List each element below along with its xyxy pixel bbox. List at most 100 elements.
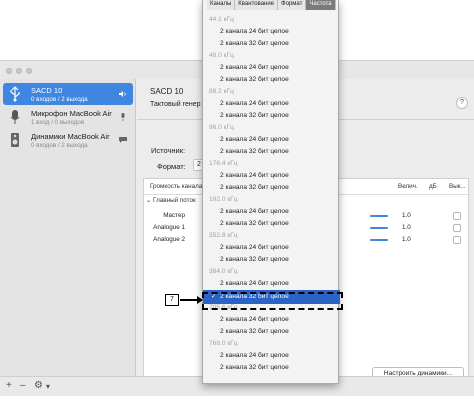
volume-slider[interactable] (370, 239, 388, 241)
tab-quantization[interactable]: Квантование (235, 0, 279, 10)
menu-item-label: 2 канала 24 бит целое (220, 208, 289, 215)
menu-item[interactable]: 2 канала 24 бит целое (203, 242, 340, 254)
zoom-window-button[interactable] (26, 68, 32, 74)
column-header-value[interactable]: Велич. (398, 183, 418, 190)
menu-item-label: 2 канала 32 бит целое (220, 40, 289, 47)
usb-icon (10, 86, 20, 102)
chevron-down-icon[interactable]: ▾ (46, 382, 50, 391)
column-header-volume[interactable]: Громкость канала (150, 183, 202, 190)
menu-item-label: 48.0 кГц (209, 52, 234, 59)
menu-item-label: 2 канала 32 бит целое (220, 220, 289, 227)
channel-name: Мастер (163, 212, 185, 219)
tab-rate[interactable]: Частота (306, 0, 336, 10)
menu-item[interactable]: 2 канала 32 бит целое (203, 110, 340, 122)
device-io-count: 1 вход / 0 выходов (31, 119, 85, 126)
close-window-button[interactable] (6, 68, 12, 74)
menu-item-label: 2 канала 24 бит целое (220, 352, 289, 359)
menu-item-label: 2 канала 32 бит целое (220, 148, 289, 155)
callout-arrow-head (197, 296, 203, 304)
device-title: Динамики MacBook Air (31, 132, 110, 141)
menu-section-header: 384.0 кГц (203, 266, 340, 278)
menu-item-label: 192.0 кГц (209, 196, 238, 203)
device-item-sacd10[interactable]: SACD 10 0 входов / 2 выхода (3, 83, 133, 105)
menu-section-header: 44.1 кГц (203, 14, 340, 26)
column-header-mute[interactable]: Вык... (449, 183, 466, 190)
menu-item-label: 2 канала 24 бит целое (220, 280, 289, 287)
menu-item-label: 176.4 кГц (209, 160, 238, 167)
popup-column-tabs: Каналы Квантование Формат Частота (207, 0, 336, 10)
speaker-icon (119, 91, 126, 97)
menu-item-label: 2 канала 24 бит целое (220, 136, 289, 143)
device-item-macbook-mic[interactable]: Микрофон MacBook Air 1 вход / 0 выходов (3, 106, 133, 128)
menu-item-label: 352.8 кГц (209, 232, 238, 239)
menu-item[interactable]: 2 канала 32 бит целое (203, 182, 340, 194)
device-sidebar: SACD 10 0 входов / 2 выхода Микрофон Mac… (0, 79, 136, 376)
menu-item-label: 2 канала 32 бит целое (220, 76, 289, 83)
menu-item[interactable]: 2 канала 24 бит целое (203, 134, 340, 146)
tab-format[interactable]: Формат (278, 0, 307, 10)
menu-item[interactable]: 2 канала 24 бит целое (203, 98, 340, 110)
stream-group-label: Главный поток (153, 197, 196, 204)
menu-item-label: 2 канала 32 бит целое (220, 184, 289, 191)
gear-icon[interactable]: ⚙ (34, 380, 43, 391)
disclosure-triangle-icon[interactable]: ⌄ (146, 197, 153, 204)
menu-item-label: 44.1 кГц (209, 16, 234, 23)
chat-bubble-icon (119, 137, 127, 143)
device-io-count: 0 входов / 2 выхода (31, 142, 88, 149)
menu-item[interactable]: 2 канала 32 бит целое (203, 146, 340, 158)
menu-item[interactable]: 2 канала 24 бит целое (203, 206, 340, 218)
menu-item[interactable]: 2 канала 24 бит целое (203, 170, 340, 182)
column-header-db[interactable]: дБ (429, 183, 437, 190)
format-label: Формат: (157, 162, 186, 171)
microphone-icon (10, 110, 20, 124)
microphone-small-icon (121, 113, 125, 121)
device-title: SACD 10 (31, 86, 63, 95)
menu-item[interactable]: 2 канала 24 бит целое (203, 278, 340, 290)
callout-highlight-box (202, 292, 343, 310)
add-device-button[interactable]: + (6, 380, 12, 391)
menu-section-header: 48.0 кГц (203, 50, 340, 62)
mute-checkbox[interactable] (453, 224, 461, 232)
device-item-macbook-speakers[interactable]: Динамики MacBook Air 0 входов / 2 выхода (3, 129, 133, 151)
device-name-heading: SACD 10 (150, 87, 184, 96)
channel-name: Analogue 2 (153, 236, 185, 243)
menu-item[interactable]: 2 канала 24 бит целое (203, 26, 340, 38)
channel-value: 1.0 (402, 236, 411, 243)
menu-item-label: 2 канала 24 бит целое (220, 100, 289, 107)
callout-number: 7 (165, 294, 179, 306)
menu-item[interactable]: 2 канала 24 бит целое (203, 62, 340, 74)
volume-slider[interactable] (370, 227, 388, 229)
menu-item[interactable]: 2 канала 24 бит целое (203, 314, 340, 326)
menu-item[interactable]: 2 канала 32 бит целое (203, 326, 340, 338)
tab-channels[interactable]: Каналы (207, 0, 236, 10)
menu-section-header: 352.8 кГц (203, 230, 340, 242)
menu-item[interactable]: 2 канала 32 бит целое (203, 74, 340, 86)
channel-value: 1.0 (402, 212, 411, 219)
menu-item-label: 2 канала 32 бит целое (220, 364, 289, 371)
menu-item[interactable]: 2 канала 32 бит целое (203, 38, 340, 50)
volume-slider[interactable] (370, 215, 388, 217)
channel-value: 1.0 (402, 224, 411, 231)
menu-item-label: 2 канала 24 бит целое (220, 28, 289, 35)
menu-item[interactable]: 2 канала 32 бит целое (203, 362, 340, 374)
minimize-window-button[interactable] (16, 68, 22, 74)
mute-checkbox[interactable] (453, 212, 461, 220)
stream-group-row[interactable]: ⌄ Главный поток (146, 197, 196, 204)
remove-device-button[interactable]: – (20, 380, 26, 391)
source-label: Источник: (151, 146, 186, 155)
mute-checkbox[interactable] (453, 236, 461, 244)
menu-item-label: 2 канала 24 бит целое (220, 64, 289, 71)
menu-section-header: 96.0 кГц (203, 122, 340, 134)
clock-source-label: Тактовый генер (150, 101, 201, 108)
menu-item-label: 2 канала 32 бит целое (220, 328, 289, 335)
speaker-device-icon (11, 133, 19, 147)
menu-item-label: 2 канала 32 бит целое (220, 256, 289, 263)
menu-item[interactable]: 2 канала 24 бит целое (203, 350, 340, 362)
menu-item[interactable]: 2 канала 32 бит целое (203, 218, 340, 230)
menu-item[interactable]: 2 канала 32 бит целое (203, 254, 340, 266)
help-button[interactable]: ? (456, 97, 468, 109)
menu-section-header: 176.4 кГц (203, 158, 340, 170)
menu-item-label: 2 канала 32 бит целое (220, 112, 289, 119)
menu-item-label: 96.0 кГц (209, 124, 234, 131)
menu-section-header: 768.0 кГц (203, 338, 340, 350)
